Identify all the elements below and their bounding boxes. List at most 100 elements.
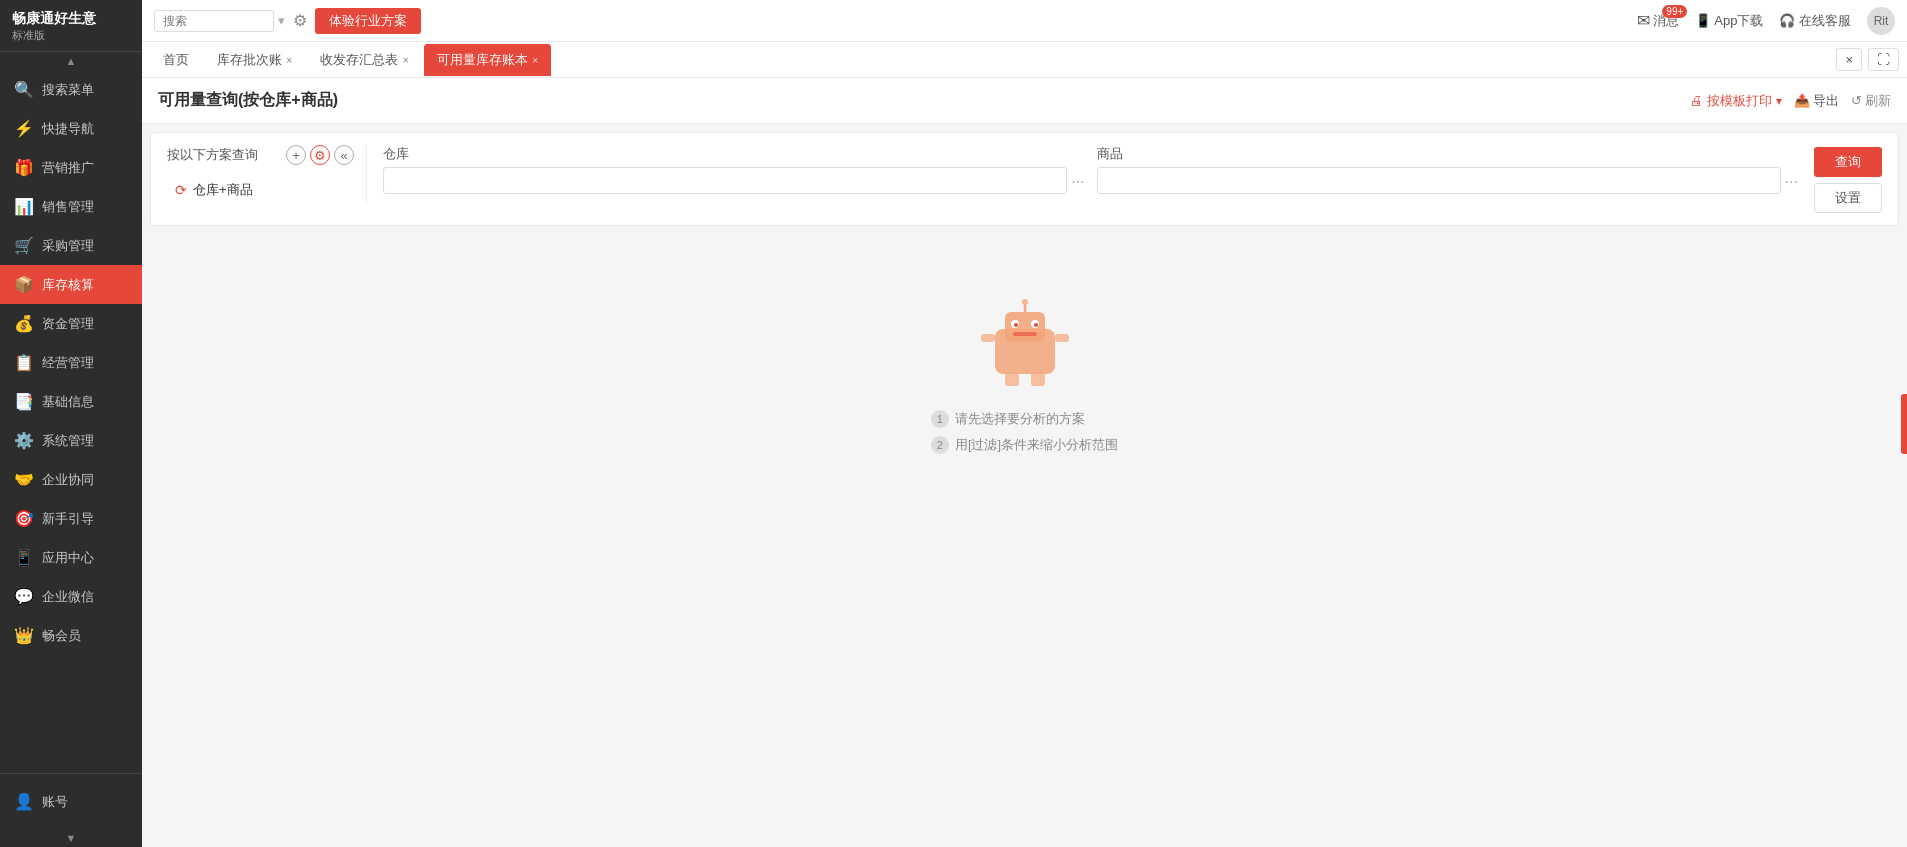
refresh-btn[interactable]: ↺ 刷新 xyxy=(1851,92,1891,110)
sidebar-item-system[interactable]: ⚙️ 系统管理 xyxy=(0,421,142,460)
sidebar-item-enterprise[interactable]: 🤝 企业协同 xyxy=(0,460,142,499)
page-title: 可用量查询(按仓库+商品) xyxy=(158,90,338,111)
tip-text-2: 用[过滤]条件来缩小分析范围 xyxy=(955,436,1118,454)
sidebar-scroll-up[interactable]: ▲ xyxy=(0,52,142,70)
message-badge: 99+ xyxy=(1662,5,1687,18)
tab-home[interactable]: 首页 xyxy=(150,44,202,76)
print-dropdown-icon[interactable]: ▾ xyxy=(1776,94,1782,108)
svg-point-5 xyxy=(1034,323,1038,327)
gear-icon[interactable]: ⚙ xyxy=(293,11,307,30)
filter-scheme-icons: + ⚙ « xyxy=(286,145,354,165)
sidebar-item-finance[interactable]: 💰 资金管理 xyxy=(0,304,142,343)
topbar-right: ✉ 消息 99+ 📱 App下载 🎧 在线客服 Rit xyxy=(1637,7,1895,35)
vip-icon: 👑 xyxy=(14,626,34,645)
sidebar-item-marketing[interactable]: 🎁 营销推广 xyxy=(0,148,142,187)
refresh-icon: ↺ xyxy=(1851,93,1862,108)
app-download-label: App下载 xyxy=(1714,13,1763,28)
tab-batch[interactable]: 库存批次账× xyxy=(204,44,305,76)
print-btn[interactable]: 🖨 按模板打印 ▾ xyxy=(1690,92,1782,110)
product-more-btn[interactable]: ··· xyxy=(1785,171,1798,191)
settings-button[interactable]: 设置 xyxy=(1814,183,1882,213)
user-name: Rit xyxy=(1874,14,1889,28)
tip-1: 1 请先选择要分析的方案 xyxy=(931,410,1118,428)
scheme-settings-icon[interactable]: ⚙ xyxy=(310,145,330,165)
sidebar-item-inventory-label: 库存核算 xyxy=(42,276,94,294)
sidebar-item-enterprise-label: 企业协同 xyxy=(42,471,94,489)
sidebar-item-newuser[interactable]: 🎯 新手引导 xyxy=(0,499,142,538)
sidebar-item-appcenter[interactable]: 📱 应用中心 xyxy=(0,538,142,577)
query-button[interactable]: 查询 xyxy=(1814,147,1882,177)
sidebar-item-quicknav-label: 快捷导航 xyxy=(42,120,94,138)
dropdown-icon[interactable]: ▾ xyxy=(278,13,285,28)
maximize-btn[interactable]: ⛶ xyxy=(1868,48,1899,71)
search-input[interactable] xyxy=(154,10,274,32)
sidebar-item-quicknav[interactable]: ⚡ 快捷导航 xyxy=(0,109,142,148)
sidebar-item-user[interactable]: 👤 账号 xyxy=(0,782,142,821)
filter-scheme-header: 按以下方案查询 + ⚙ « xyxy=(167,145,354,165)
sidebar-item-wechat[interactable]: 💬 企业微信 xyxy=(0,577,142,616)
filter-fields: 仓库 ··· 商品 ··· xyxy=(367,145,1798,194)
app-download-link[interactable]: 📱 App下载 xyxy=(1695,12,1763,30)
main-area: ▾ ⚙ 体验行业方案 ✉ 消息 99+ 📱 App下载 🎧 在线客服 Rit 首… xyxy=(142,0,1907,847)
sidebar-item-system-label: 系统管理 xyxy=(42,432,94,450)
appcenter-icon: 📱 xyxy=(14,548,34,567)
tab-available[interactable]: 可用量库存账本 × xyxy=(424,44,551,76)
finance-icon: 💰 xyxy=(14,314,34,333)
collapse-icon[interactable]: « xyxy=(334,145,354,165)
close-all-btn[interactable]: × xyxy=(1836,48,1862,71)
inventory-icon: 📦 xyxy=(14,275,34,294)
svg-rect-9 xyxy=(981,334,995,342)
sidebar-item-finance-label: 资金管理 xyxy=(42,315,94,333)
sidebar-item-inventory[interactable]: 📦 库存核算 xyxy=(0,265,142,304)
add-scheme-icon[interactable]: + xyxy=(286,145,306,165)
export-label: 导出 xyxy=(1813,92,1839,110)
export-icon: 📤 xyxy=(1794,93,1810,108)
sidebar-item-operation[interactable]: 📋 经营管理 xyxy=(0,343,142,382)
right-scroll-indicator xyxy=(1901,394,1907,454)
topbar: ▾ ⚙ 体验行业方案 ✉ 消息 99+ 📱 App下载 🎧 在线客服 Rit xyxy=(142,0,1907,42)
print-label: 按模板打印 xyxy=(1707,92,1772,110)
print-icon: 🖨 xyxy=(1690,93,1703,108)
svg-rect-10 xyxy=(1055,334,1069,342)
online-service-label: 在线客服 xyxy=(1799,13,1851,28)
scheme-refresh-icon: ⟳ xyxy=(175,182,187,198)
app-logo: 畅康通好生意 标准版 xyxy=(0,0,142,52)
sidebar-item-sales[interactable]: 📊 销售管理 xyxy=(0,187,142,226)
headset-icon: 🎧 xyxy=(1779,13,1795,28)
tab-available-label: 可用量库存账本 xyxy=(437,51,528,69)
refresh-label: 刷新 xyxy=(1865,92,1891,110)
sidebar-item-vip[interactable]: 👑 畅会员 xyxy=(0,616,142,655)
sidebar-scroll-down[interactable]: ▼ xyxy=(0,829,142,847)
sidebar-item-search[interactable]: 🔍 搜索菜单 xyxy=(0,70,142,109)
sales-icon: 📊 xyxy=(14,197,34,216)
warehouse-label: 仓库 xyxy=(383,145,1085,163)
tab-bar: 首页库存批次账×收发存汇总表× 可用量库存账本 × × ⛶ xyxy=(142,42,1907,78)
sidebar-item-basic[interactable]: 📑 基础信息 xyxy=(0,382,142,421)
warehouse-input[interactable] xyxy=(383,167,1067,194)
user-avatar[interactable]: Rit xyxy=(1867,7,1895,35)
online-service-link[interactable]: 🎧 在线客服 xyxy=(1779,12,1851,30)
filter-actions: 查询 设置 xyxy=(1798,145,1882,213)
phone-icon: 📱 xyxy=(1695,13,1711,28)
search-icon: 🔍 xyxy=(14,80,34,99)
scheme-label: 仓库+商品 xyxy=(193,181,253,199)
content-area: 可用量查询(按仓库+商品) 🖨 按模板打印 ▾ 📤 导出 ↺ 刷新 xyxy=(142,78,1907,847)
svg-rect-6 xyxy=(1013,332,1037,336)
message-btn[interactable]: ✉ 消息 99+ xyxy=(1637,11,1679,30)
warehouse-more-btn[interactable]: ··· xyxy=(1071,171,1084,191)
product-input[interactable] xyxy=(1097,167,1781,194)
topbar-search: ▾ xyxy=(154,10,285,32)
basic-icon: 📑 xyxy=(14,392,34,411)
empty-tips: 1 请先选择要分析的方案 2 用[过滤]条件来缩小分析范围 xyxy=(931,410,1118,454)
sidebar-item-marketing-label: 营销推广 xyxy=(42,159,94,177)
tab-batch-close[interactable]: × xyxy=(286,54,292,66)
tip-2: 2 用[过滤]条件来缩小分析范围 xyxy=(931,436,1118,454)
export-btn[interactable]: 📤 导出 xyxy=(1794,92,1839,110)
tab-summary[interactable]: 收发存汇总表× xyxy=(307,44,421,76)
tab-available-close[interactable]: × xyxy=(532,54,538,66)
tip-num-1: 1 xyxy=(931,410,949,428)
industry-btn[interactable]: 体验行业方案 xyxy=(315,8,421,34)
sidebar-item-purchase[interactable]: 🛒 采购管理 xyxy=(0,226,142,265)
tab-summary-close[interactable]: × xyxy=(402,54,408,66)
scheme-warehouse-product[interactable]: ⟳ 仓库+商品 xyxy=(167,175,354,205)
